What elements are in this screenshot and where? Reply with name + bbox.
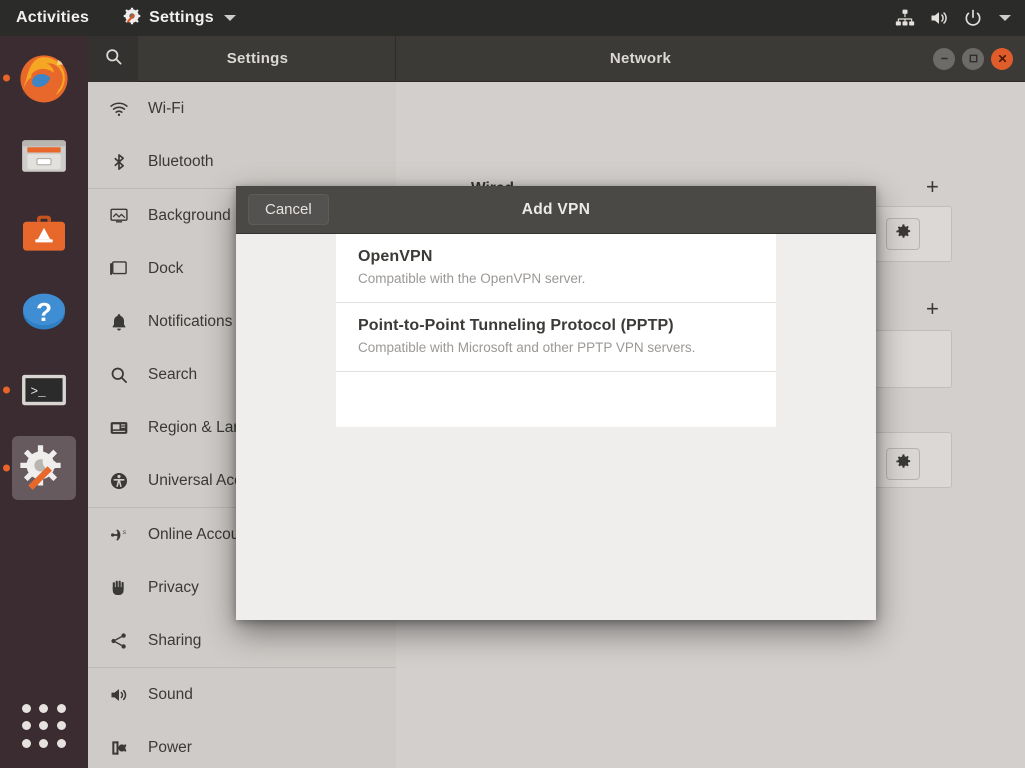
wifi-icon [108, 98, 130, 120]
dialog-title: Add VPN [521, 200, 591, 218]
grid-dot [21, 721, 31, 731]
vpn-option-pptp[interactable]: Point-to-Point Tunneling Protocol (PPTP)… [336, 303, 776, 372]
window-header-bar: Settings Network [88, 36, 1025, 82]
grid-dot [57, 721, 67, 731]
sidebar-header: Settings [88, 36, 396, 82]
app-menu-label: Settings [149, 9, 214, 26]
region-language-icon [108, 417, 130, 439]
vpn-option-openvpn[interactable]: OpenVPN Compatible with the OpenVPN serv… [336, 234, 776, 303]
grid-dot [39, 703, 49, 713]
sidebar-item-bluetooth[interactable]: Bluetooth [88, 135, 396, 188]
app-menu-button[interactable]: Settings [113, 0, 246, 36]
sidebar-item-label: Sound [148, 685, 193, 703]
top-bar-status-area[interactable] [895, 8, 1025, 28]
add-wired-button[interactable]: + [926, 176, 939, 198]
add-vpn-button[interactable]: + [926, 298, 939, 320]
grid-dot [21, 739, 31, 749]
dock-item-help[interactable]: ? [12, 280, 76, 344]
sidebar-item-label: Wi-Fi [148, 99, 185, 117]
files-icon [22, 140, 66, 172]
power-plug-icon [108, 737, 130, 759]
close-button[interactable] [991, 47, 1013, 70]
grid-dot [57, 739, 67, 749]
search-button[interactable] [88, 36, 138, 82]
sidebar-item-sound[interactable]: Sound [88, 668, 396, 721]
sidebar-item-label: Power [148, 738, 192, 756]
sharing-icon [108, 630, 130, 652]
activities-button[interactable]: Activities [0, 0, 103, 36]
background-icon [108, 205, 130, 227]
grid-dot [39, 739, 49, 749]
sidebar-item-label: Privacy [148, 578, 199, 596]
online-accounts-icon: s [108, 524, 130, 546]
network-settings-gear-button[interactable] [886, 448, 920, 480]
help-icon: ? [23, 293, 65, 330]
dialog-body: OpenVPN Compatible with the OpenVPN serv… [236, 234, 876, 620]
terminal-icon: >_ [22, 374, 66, 406]
search-icon [104, 47, 123, 71]
sidebar-item-sharing[interactable]: Sharing [88, 614, 396, 667]
power-icon[interactable] [963, 8, 983, 28]
firefox-icon [20, 55, 68, 103]
chevron-down-icon[interactable] [999, 15, 1011, 21]
sidebar-item-label: Sharing [148, 631, 202, 649]
sidebar-item-wi-fi[interactable]: Wi-Fi [88, 82, 396, 135]
sidebar-item-label: Dock [148, 259, 184, 277]
vpn-option-import-placeholder: Import from file... [336, 372, 776, 427]
add-vpn-dialog: Cancel Add VPN OpenVPN Compatible with t… [236, 186, 876, 620]
grid-dot [57, 703, 67, 713]
wired-settings-gear-button[interactable] [886, 218, 920, 250]
privacy-hand-icon [108, 577, 130, 599]
universal-access-icon [108, 470, 130, 492]
bluetooth-icon [108, 151, 130, 173]
window-controls [933, 47, 1025, 70]
sidebar-item-label: Background [148, 206, 231, 224]
search-icon [108, 364, 130, 386]
grid-dot [21, 703, 31, 713]
dock-item-firefox[interactable] [3, 46, 76, 110]
sound-icon [108, 684, 130, 706]
svg-text:s: s [123, 528, 127, 535]
dock-item-ubuntu-software[interactable] [12, 202, 76, 266]
show-applications-button[interactable] [20, 702, 68, 750]
ubuntu-software-icon [23, 215, 65, 251]
sidebar-item-label: Search [148, 365, 198, 383]
chevron-down-icon [223, 15, 236, 21]
dock-icon [108, 258, 130, 280]
running-indicator-dot [3, 386, 10, 394]
minimize-button[interactable] [933, 47, 955, 70]
content-header: Network [396, 36, 1025, 82]
vpn-option-subtitle: Compatible with the OpenVPN server. [358, 271, 586, 286]
gear-icon [895, 223, 912, 245]
settings-gear-icon [123, 7, 141, 30]
vpn-option-title: OpenVPN [358, 248, 433, 265]
dock-item-terminal[interactable]: >_ [3, 358, 76, 422]
grid-dot [39, 721, 49, 731]
vpn-option-title: Point-to-Point Tunneling Protocol (PPTP) [358, 317, 674, 334]
sidebar-item-power[interactable]: Power [88, 721, 396, 768]
dock-item-settings[interactable] [3, 436, 76, 500]
dialog-header: Cancel Add VPN [236, 186, 876, 234]
ubuntu-dock: ? >_ [0, 36, 88, 768]
volume-icon[interactable] [929, 8, 949, 28]
running-indicator-dot [3, 74, 10, 82]
sidebar-item-label: Notifications [148, 312, 233, 330]
maximize-button[interactable] [962, 47, 984, 70]
sidebar-title: Settings [226, 50, 289, 67]
page-title: Network [609, 50, 672, 67]
network-wired-icon[interactable] [895, 8, 915, 28]
svg-text:>_: >_ [31, 384, 47, 399]
running-indicator-dot [3, 464, 10, 472]
settings-icon [20, 445, 61, 490]
sidebar-item-label: Bluetooth [148, 152, 214, 170]
gnome-top-bar: Activities Settings [0, 0, 1025, 36]
vpn-option-subtitle: Compatible with Microsoft and other PPTP… [358, 340, 696, 355]
cancel-button[interactable]: Cancel [248, 194, 329, 225]
bell-icon [108, 311, 130, 333]
svg-text:?: ? [36, 297, 52, 327]
gear-icon [895, 453, 912, 475]
vpn-type-list: OpenVPN Compatible with the OpenVPN serv… [336, 234, 776, 427]
dock-item-files[interactable] [12, 124, 76, 188]
